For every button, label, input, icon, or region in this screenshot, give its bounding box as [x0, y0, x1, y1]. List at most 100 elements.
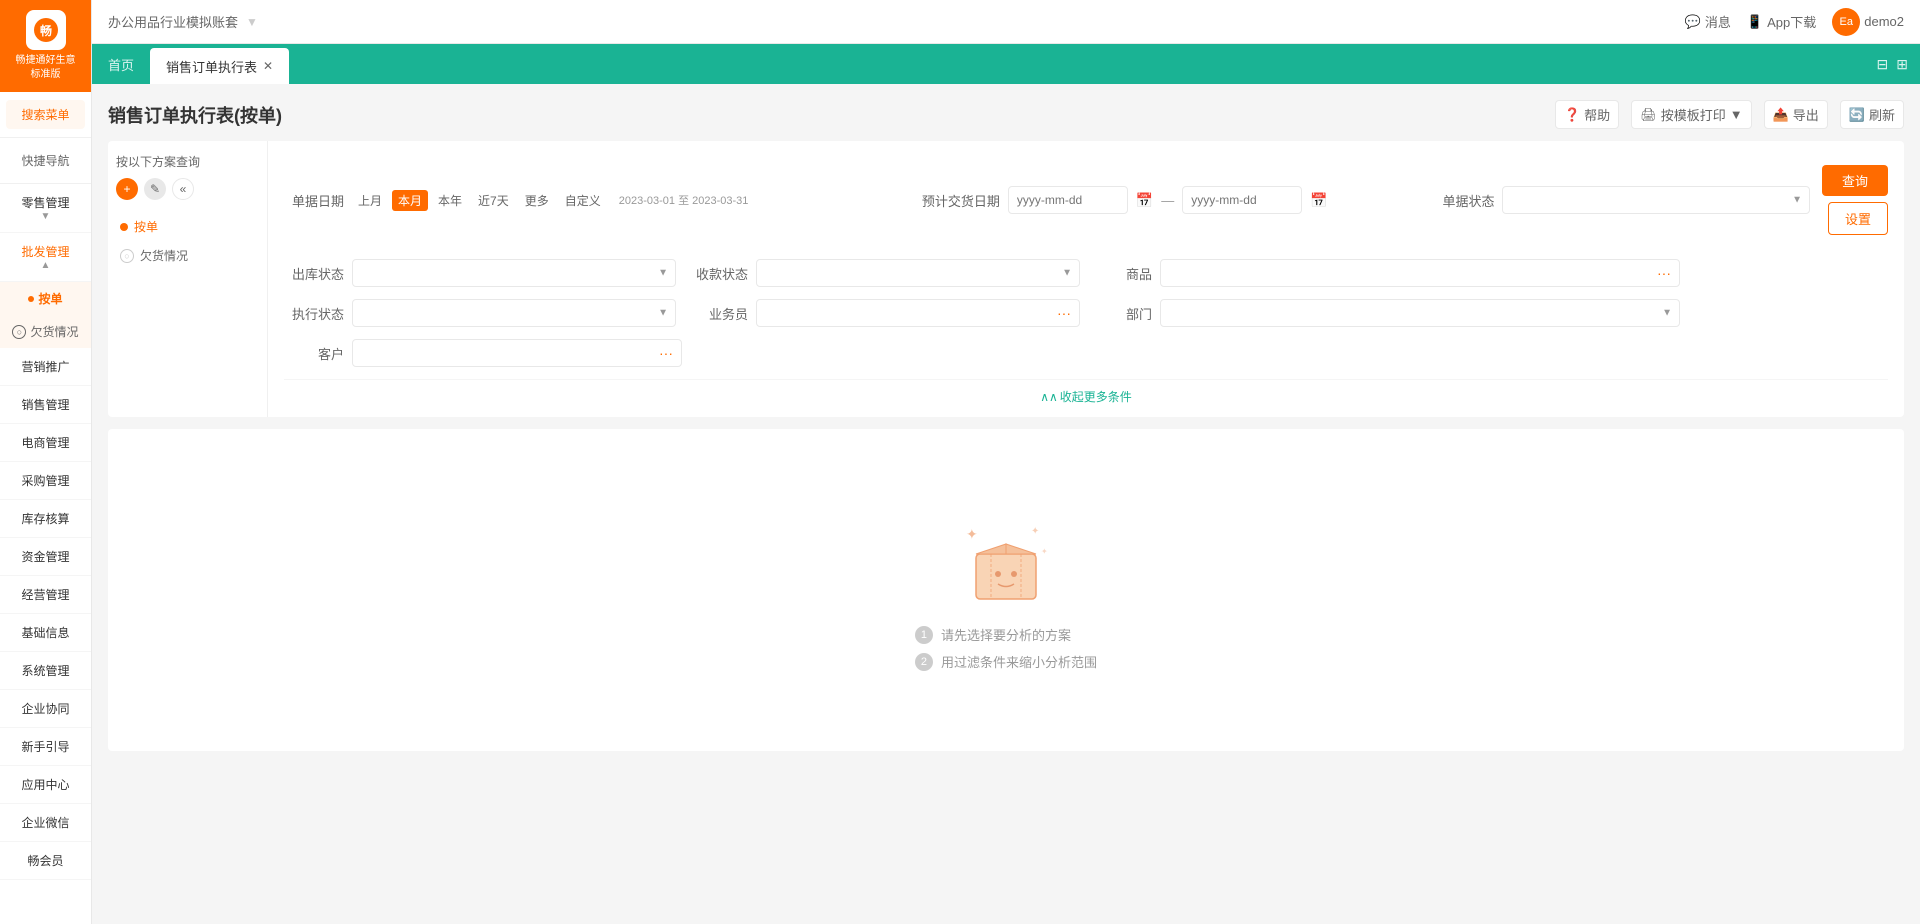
sidebar-item-wechat[interactable]: 企业微信: [0, 804, 91, 842]
page-content: 销售订单执行表(按单) ❓ 帮助 🖨 按模板打印 ▼ 📤 导出 🔄 刷新: [92, 84, 1920, 924]
scheme-debt-label: 欠货情况: [140, 247, 188, 264]
breadcrumb: 办公用品行业模拟账套: [108, 12, 238, 31]
calendar-from-icon[interactable]: 📅: [1136, 192, 1153, 209]
tab-sales-order[interactable]: 销售订单执行表 ✕: [150, 48, 289, 84]
filter-row-4: 客户 ···: [284, 339, 1888, 367]
date-tab-last-month[interactable]: 上月: [352, 190, 388, 211]
salesperson-input[interactable]: ···: [756, 299, 1080, 327]
tip-text-2: 用过滤条件来缩小分析范围: [941, 652, 1097, 671]
filter-sidebar-actions: + ✎ «: [116, 178, 259, 200]
sidebar-item-inventory[interactable]: 库存核算: [0, 500, 91, 538]
sidebar-sub-item-debt[interactable]: ○ 欠货情况: [0, 315, 91, 348]
help-label: 帮助: [1584, 105, 1610, 124]
sidebar: 畅 畅捷通好生意 标准版 搜索菜单 快捷导航 零售管理 ▼ 批发管理 ▲ 按单 …: [0, 0, 92, 924]
message-action[interactable]: 💬 消息: [1685, 12, 1731, 31]
tab-home[interactable]: 首页: [92, 44, 150, 84]
date-tab-this-year[interactable]: 本年: [432, 190, 468, 211]
customer-input[interactable]: ···: [352, 339, 682, 367]
scheme-item-active[interactable]: 按单: [116, 212, 259, 241]
sidebar-logo[interactable]: 畅 畅捷通好生意 标准版: [0, 0, 91, 92]
sidebar-item-quick-nav[interactable]: 快捷导航: [0, 144, 91, 177]
salesperson-more-icon[interactable]: ···: [1057, 305, 1071, 321]
breadcrumb-dropdown-icon[interactable]: ▼: [246, 15, 258, 29]
print-icon: 🖨: [1640, 107, 1657, 123]
search-menu-button[interactable]: 搜索菜单: [6, 100, 85, 129]
customer-label: 客户: [284, 344, 344, 363]
salesperson-label: 业务员: [688, 304, 748, 323]
sidebar-item-basic[interactable]: 基础信息: [0, 614, 91, 652]
delivery-select[interactable]: [352, 259, 676, 287]
expected-date-from-input[interactable]: [1008, 186, 1128, 214]
refresh-button[interactable]: 🔄 刷新: [1840, 100, 1904, 129]
sidebar-item-appstore[interactable]: 应用中心: [0, 766, 91, 804]
expected-date-field: 预计交货日期 📅 — 📅: [922, 186, 1423, 214]
sidebar-item-system[interactable]: 系统管理: [0, 652, 91, 690]
add-scheme-button[interactable]: +: [116, 178, 138, 200]
collapse-button[interactable]: ∧∧ 收起更多条件: [284, 379, 1888, 405]
app-download-action[interactable]: 📱 App下载: [1747, 12, 1816, 31]
salesperson-field: 业务员 ···: [688, 299, 1080, 327]
sidebar-menu-group: 零售管理 ▼ 批发管理 ▲ 按单 ○ 欠货情况 营销推广 销售管理 电商管理: [0, 184, 91, 880]
refresh-icon: 🔄: [1849, 107, 1865, 123]
expected-date-to-input[interactable]: [1182, 186, 1302, 214]
sidebar-item-member[interactable]: 畅会员: [0, 842, 91, 880]
help-button[interactable]: ❓ 帮助: [1555, 100, 1619, 129]
customer-more-icon[interactable]: ···: [659, 345, 673, 361]
window-maximize-icon[interactable]: ⊞: [1896, 56, 1908, 73]
window-minimize-icon[interactable]: ⊟: [1877, 56, 1889, 73]
print-button[interactable]: 🖨 按模板打印 ▼: [1631, 100, 1751, 129]
date-tabs: 上月 本月 本年 近7天 更多 自定义: [352, 190, 607, 211]
basic-label: 基础信息: [21, 624, 69, 641]
query-button[interactable]: 查询: [1822, 165, 1888, 196]
tab-close-icon[interactable]: ✕: [263, 60, 273, 72]
edit-scheme-button[interactable]: ✎: [144, 178, 166, 200]
date-tab-more[interactable]: 更多: [519, 190, 555, 211]
tab-sales-order-label: 销售订单执行表: [166, 57, 257, 76]
scheme-item-debt[interactable]: ○ 欠货情况: [116, 241, 259, 270]
quick-nav[interactable]: 快捷导航: [0, 138, 91, 184]
filter-row-1: 单据日期 上月 本月 本年 近7天 更多 自定义 2023-03-01 至 20…: [284, 153, 1888, 247]
header-right: 💬 消息 📱 App下载 Ea demo2: [1685, 8, 1904, 36]
sidebar-item-enterprise[interactable]: 企业协同: [0, 690, 91, 728]
collapse-sidebar-button[interactable]: «: [172, 178, 194, 200]
payment-select[interactable]: [756, 259, 1080, 287]
tab-expand[interactable]: ⊟ ⊞: [1865, 56, 1920, 73]
empty-illustration: ✦ ✦ ✦: [956, 509, 1056, 609]
filter-row-2: 出库状态 ▼ 收款状态 ▼: [284, 259, 1888, 287]
sidebar-item-operation[interactable]: 经营管理: [0, 576, 91, 614]
logo-icon: 畅: [26, 10, 66, 50]
exec-select[interactable]: [352, 299, 676, 327]
date-tab-this-month[interactable]: 本月: [392, 190, 428, 211]
goods-input[interactable]: ···: [1160, 259, 1680, 287]
user-profile[interactable]: Ea demo2: [1832, 8, 1904, 36]
sidebar-item-ecommerce[interactable]: 电商管理: [0, 424, 91, 462]
calendar-to-icon[interactable]: 📅: [1310, 192, 1327, 209]
page-title: 销售订单执行表(按单): [108, 102, 282, 128]
avatar-text: Ea: [1840, 16, 1853, 28]
sidebar-item-purchase[interactable]: 采购管理: [0, 462, 91, 500]
dept-select[interactable]: [1160, 299, 1680, 327]
marketing-label: 营销推广: [21, 358, 69, 375]
date-tab-custom[interactable]: 自定义: [559, 190, 607, 211]
goods-field: 商品 ···: [1092, 259, 1680, 287]
sidebar-item-newuser[interactable]: 新手引导: [0, 728, 91, 766]
date-tab-7days[interactable]: 近7天: [472, 190, 515, 211]
tip-num-1: 1: [915, 626, 933, 644]
date-range-text: 2023-03-01 至 2023-03-31: [619, 192, 749, 208]
scheme-debt-icon: ○: [120, 249, 134, 263]
settings-button[interactable]: 设置: [1828, 202, 1888, 235]
sidebar-search[interactable]: 搜索菜单: [0, 92, 91, 138]
sidebar-item-finance[interactable]: 资金管理: [0, 538, 91, 576]
sidebar-item-wholesale[interactable]: 批发管理 ▲: [0, 233, 91, 282]
sidebar-item-marketing[interactable]: 营销推广: [0, 348, 91, 386]
sidebar-item-retail[interactable]: 零售管理 ▼: [0, 184, 91, 233]
retail-label: 零售管理: [21, 194, 69, 211]
sidebar-item-sales[interactable]: 销售管理: [0, 386, 91, 424]
collapse-label: 收起更多条件: [1060, 388, 1132, 405]
goods-more-icon[interactable]: ···: [1657, 265, 1671, 281]
finance-label: 资金管理: [21, 548, 69, 565]
status-select[interactable]: [1502, 186, 1810, 214]
sidebar-sub-item-scheme[interactable]: 按单: [0, 282, 91, 315]
export-button[interactable]: 📤 导出: [1764, 100, 1828, 129]
header-left: 办公用品行业模拟账套 ▼: [108, 12, 258, 31]
